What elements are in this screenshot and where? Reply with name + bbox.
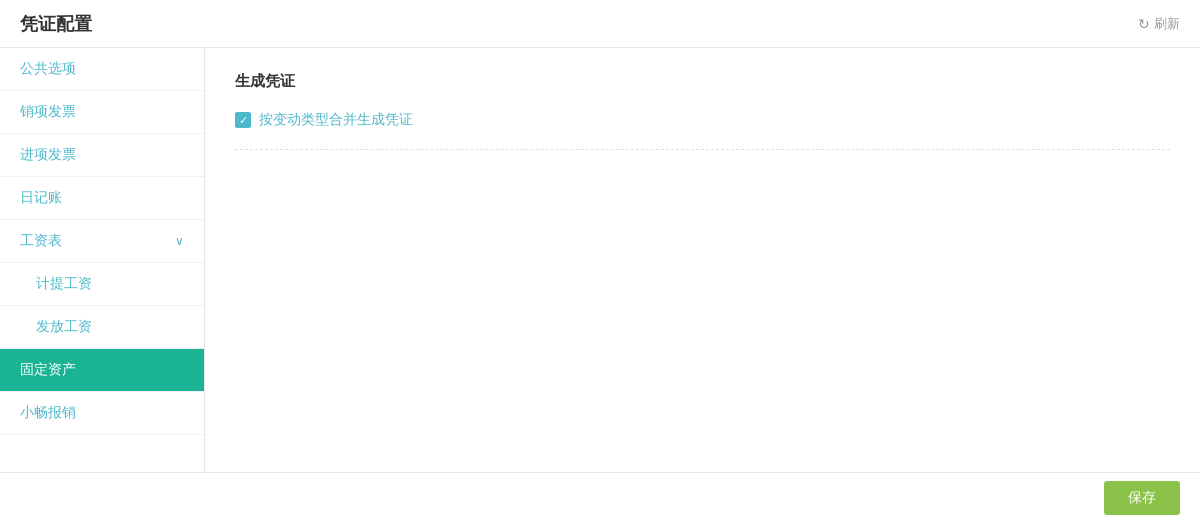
- refresh-icon: ↻: [1138, 16, 1150, 32]
- save-button[interactable]: 保存: [1104, 481, 1180, 515]
- page-footer: 保存: [0, 472, 1200, 522]
- sidebar-item-label: 日记账: [20, 189, 62, 207]
- page-header: 凭证配置 ↻ 刷新: [0, 0, 1200, 48]
- sidebar-item-label: 公共选项: [20, 60, 76, 78]
- sidebar-item-fixed-assets[interactable]: 固定资产: [0, 349, 204, 392]
- sidebar-item-petty-cash[interactable]: 小畅报销: [0, 392, 204, 435]
- checkmark-icon: ✓: [239, 115, 248, 126]
- section-title: 生成凭证: [235, 72, 1170, 91]
- sidebar-item-label: 计提工资: [36, 275, 92, 293]
- merge-checkbox[interactable]: ✓: [235, 112, 251, 128]
- sidebar-item-label: 进项发票: [20, 146, 76, 164]
- sidebar-item-sales-invoice[interactable]: 销项发票: [0, 91, 204, 134]
- sidebar-item-label: 发放工资: [36, 318, 92, 336]
- sidebar-item-public-options[interactable]: 公共选项: [0, 48, 204, 91]
- page-container: 凭证配置 ↻ 刷新 公共选项销项发票进项发票日记账工资表 ∨ 计提工资发放工资固定资…: [0, 0, 1200, 522]
- sidebar-item-pay-wages[interactable]: 发放工资: [0, 306, 204, 349]
- chevron-down-icon: ∨: [175, 234, 184, 248]
- checkbox-label[interactable]: 按变动类型合并生成凭证: [259, 111, 413, 129]
- page-title: 凭证配置: [20, 12, 92, 36]
- sidebar-item-label: 工资表: [20, 232, 62, 250]
- sidebar-item-payroll[interactable]: 工资表 ∨: [0, 220, 204, 263]
- content-area: 生成凭证 ✓ 按变动类型合并生成凭证: [205, 48, 1200, 472]
- sidebar-item-label: 小畅报销: [20, 404, 76, 422]
- refresh-button[interactable]: ↻ 刷新: [1138, 15, 1180, 33]
- sidebar-item-journal[interactable]: 日记账: [0, 177, 204, 220]
- refresh-label: 刷新: [1154, 15, 1180, 33]
- sidebar-item-label: 销项发票: [20, 103, 76, 121]
- sidebar-item-purchase-invoice[interactable]: 进项发票: [0, 134, 204, 177]
- section-divider: [235, 149, 1170, 150]
- main-content: 公共选项销项发票进项发票日记账工资表 ∨ 计提工资发放工资固定资产小畅报销 生成凭证…: [0, 48, 1200, 472]
- checkbox-row: ✓ 按变动类型合并生成凭证: [235, 111, 1170, 129]
- sidebar: 公共选项销项发票进项发票日记账工资表 ∨ 计提工资发放工资固定资产小畅报销: [0, 48, 205, 472]
- sidebar-item-label: 固定资产: [20, 361, 76, 379]
- sidebar-item-accrued-wages[interactable]: 计提工资: [0, 263, 204, 306]
